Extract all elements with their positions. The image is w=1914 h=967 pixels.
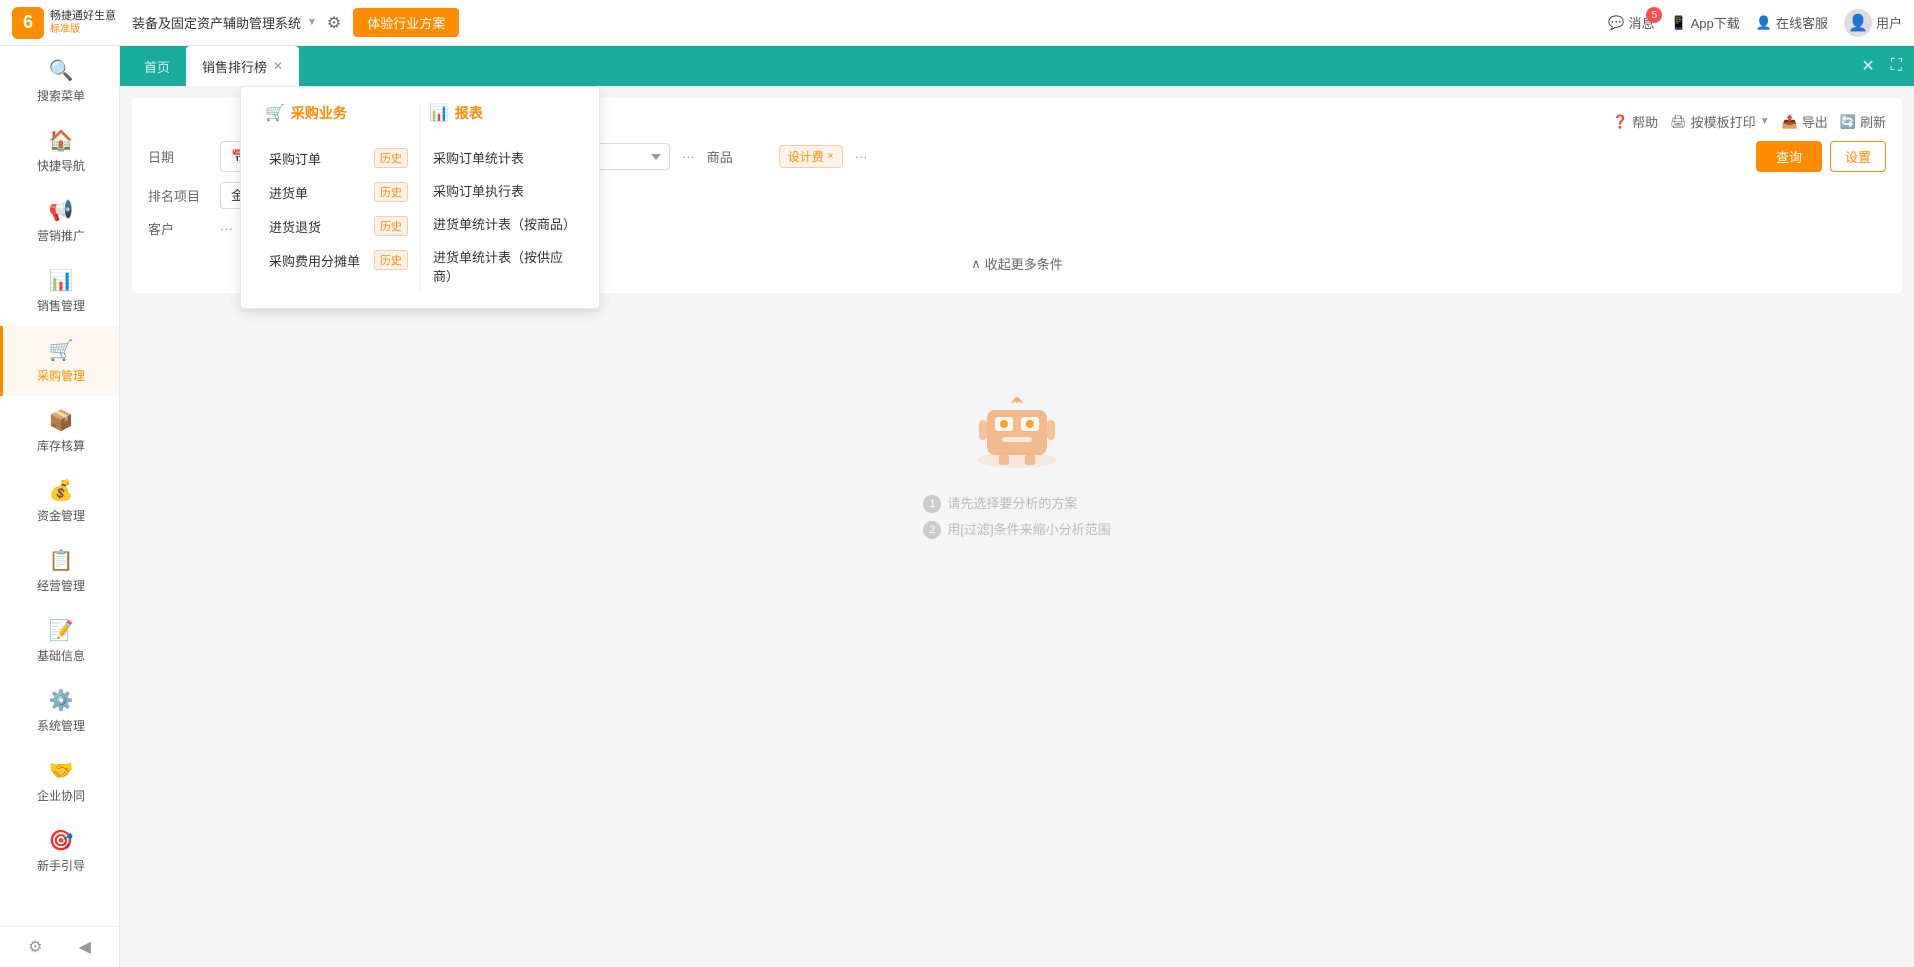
history-badge-3: 历史 — [374, 250, 408, 270]
purchase-dropdown: 🛒 采购业务 采购订单 历史 进货单 历史 进货退货 历史 采购费用分摊单 — [240, 86, 600, 309]
purchase-section-icon: 🛒 — [265, 103, 285, 123]
finance-icon: 💰 — [49, 478, 74, 503]
report-section-title: 📊 报表 — [429, 103, 575, 129]
system-settings-icon[interactable]: ⚙ — [327, 13, 341, 33]
customer-ellipsis[interactable]: ··· — [220, 221, 233, 236]
logo-area: 6 畅捷通好生意 标准版 — [12, 7, 132, 39]
help-icon: ❓ — [1612, 114, 1628, 130]
logo-icon: 6 — [12, 7, 44, 39]
query-button[interactable]: 查询 — [1756, 141, 1822, 172]
tab-bar-right: ✕ ⛶ — [1857, 52, 1906, 80]
sidebar: 🔍 搜索菜单 🏠 快捷导航 📢 营销推广 📊 销售管理 🛒 采购管理 📦 库存核… — [0, 46, 120, 967]
report-order-exec-item[interactable]: 采购订单执行表 — [429, 174, 575, 207]
app-download-button[interactable]: 📱 App下载 — [1670, 13, 1739, 32]
basic-icon: 📝 — [49, 618, 74, 643]
export-button[interactable]: 📤 导出 — [1782, 112, 1828, 131]
sales-icon: 📊 — [49, 268, 74, 293]
report-order-stats-item[interactable]: 采购订单统计表 — [429, 141, 575, 174]
purchase-expense-item[interactable]: 采购费用分摊单 历史 — [265, 243, 412, 277]
message-button[interactable]: 💬 消息 5 — [1608, 13, 1654, 32]
history-badge-1: 历史 — [374, 182, 408, 202]
collapse-icon: ∧ — [971, 256, 981, 272]
home-icon: 🏠 — [49, 128, 74, 153]
message-badge: 5 — [1646, 7, 1662, 23]
sidebar-item-inventory[interactable]: 📦 库存核算 — [0, 396, 119, 466]
top-header: 6 畅捷通好生意 标准版 装备及固定资产辅助管理系统 ▼ ⚙ 体验行业方案 💬 … — [0, 0, 1914, 46]
refresh-button[interactable]: 🔄 刷新 — [1840, 112, 1886, 131]
system-icon: ⚙️ — [49, 688, 74, 713]
goods-ellipsis[interactable]: ··· — [855, 149, 868, 164]
print-dropdown-icon: ▼ — [1760, 116, 1770, 127]
online-service-button[interactable]: 👤 在线客服 — [1756, 13, 1828, 32]
purchase-section: 🛒 采购业务 采购订单 历史 进货单 历史 进货退货 历史 采购费用分摊单 — [257, 103, 420, 292]
report-stock-goods-item[interactable]: 进货单统计表（按商品） — [429, 207, 575, 240]
report-section-icon: 📊 — [429, 103, 449, 123]
trial-button[interactable]: 体验行业方案 — [353, 8, 459, 37]
operation-icon: 📋 — [49, 548, 74, 573]
footer-settings-icon[interactable]: ⚙ — [28, 937, 42, 957]
purchase-section-title: 🛒 采购业务 — [265, 103, 412, 129]
sidebar-item-basic[interactable]: 📝 基础信息 — [0, 606, 119, 676]
empty-hint-2: 2 用[过滤]条件来缩小分析范围 — [923, 517, 1110, 543]
sidebar-item-guide[interactable]: 🎯 新手引导 — [0, 816, 119, 886]
sidebar-item-sales[interactable]: 📊 销售管理 — [0, 256, 119, 326]
enterprise-icon: 🤝 — [49, 758, 74, 783]
sidebar-item-search[interactable]: 🔍 搜索菜单 — [0, 46, 119, 116]
inventory-icon: 📦 — [49, 408, 74, 433]
purchase-stock-item[interactable]: 进货单 历史 — [265, 175, 412, 209]
main-layout: 🔍 搜索菜单 🏠 快捷导航 📢 营销推广 📊 销售管理 🛒 采购管理 📦 库存核… — [0, 46, 1914, 967]
tab-home[interactable]: 首页 — [128, 46, 186, 86]
logo-text: 畅捷通好生意 标准版 — [50, 9, 116, 36]
report-section: 📊 报表 采购订单统计表 采购订单执行表 进货单统计表（按商品） 进货单统计表（… — [420, 103, 583, 292]
footer-collapse-icon[interactable]: ◀ — [79, 937, 91, 957]
system-title[interactable]: 装备及固定资产辅助管理系统 ▼ — [132, 13, 317, 32]
sidebar-item-system[interactable]: ⚙️ 系统管理 — [0, 676, 119, 746]
export-icon: 📤 — [1782, 114, 1798, 130]
sidebar-item-purchase[interactable]: 🛒 采购管理 — [0, 326, 119, 396]
doc-status-ellipsis[interactable]: ··· — [682, 149, 695, 164]
tab-close-all-icon[interactable]: ✕ — [1857, 52, 1878, 80]
purchase-icon: 🛒 — [49, 338, 74, 363]
mobile-icon: 📱 — [1670, 15, 1686, 31]
print-button[interactable]: 🖨 按模板打印 ▼ — [1670, 112, 1769, 131]
sidebar-item-finance[interactable]: 💰 资金管理 — [0, 466, 119, 536]
refresh-icon: 🔄 — [1840, 114, 1856, 130]
purchase-return-item[interactable]: 进货退货 历史 — [265, 209, 412, 243]
user-avatar: 👤 — [1844, 9, 1872, 37]
tab-bar: 首页 销售排行榜 ✕ ✕ ⛶ — [120, 46, 1914, 86]
print-icon: 🖨 — [1670, 114, 1687, 130]
tab-sales-rank[interactable]: 销售排行榜 ✕ — [186, 46, 299, 86]
sidebar-footer: ⚙ ◀ — [0, 926, 119, 967]
header-right: 💬 消息 5 📱 App下载 👤 在线客服 👤 用户 — [1608, 9, 1902, 37]
goods-tag-close-icon[interactable]: × — [828, 151, 834, 162]
search-icon: 🔍 — [49, 58, 74, 83]
empty-hint-1: 1 请先选择要分析的方案 — [923, 491, 1110, 517]
history-badge-2: 历史 — [374, 216, 408, 236]
settings-button[interactable]: 设置 — [1830, 141, 1886, 172]
guide-icon: 🎯 — [49, 828, 74, 853]
service-icon: 👤 — [1756, 15, 1772, 31]
empty-hints: 1 请先选择要分析的方案 2 用[过滤]条件来缩小分析范围 — [923, 491, 1110, 543]
help-button[interactable]: ❓ 帮助 — [1612, 112, 1658, 131]
goods-tag: 设计费 × — [779, 145, 843, 168]
sidebar-item-enterprise[interactable]: 🤝 企业协同 — [0, 746, 119, 816]
sidebar-item-quick[interactable]: 🏠 快捷导航 — [0, 116, 119, 186]
sidebar-item-marketing[interactable]: 📢 营销推广 — [0, 186, 119, 256]
purchase-order-item[interactable]: 采购订单 历史 — [265, 141, 412, 175]
system-title-arrow-icon: ▼ — [307, 17, 317, 28]
user-menu[interactable]: 👤 用户 — [1844, 9, 1902, 37]
empty-state-illustration — [957, 385, 1077, 475]
report-stock-supplier-item[interactable]: 进货单统计表（按供应商） — [429, 240, 575, 292]
empty-state: 1 请先选择要分析的方案 2 用[过滤]条件来缩小分析范围 — [132, 305, 1902, 623]
message-icon: 💬 — [1608, 15, 1624, 31]
history-badge-0: 历史 — [374, 148, 408, 168]
content-area: 首页 销售排行榜 ✕ ✕ ⛶ 🛒 采购业务 采购订单 历史 — [120, 46, 1914, 967]
sidebar-item-operation[interactable]: 📋 经营管理 — [0, 536, 119, 606]
marketing-icon: 📢 — [49, 198, 74, 223]
tab-close-icon[interactable]: ✕ — [273, 59, 283, 73]
tab-fullscreen-icon[interactable]: ⛶ — [1887, 53, 1906, 79]
